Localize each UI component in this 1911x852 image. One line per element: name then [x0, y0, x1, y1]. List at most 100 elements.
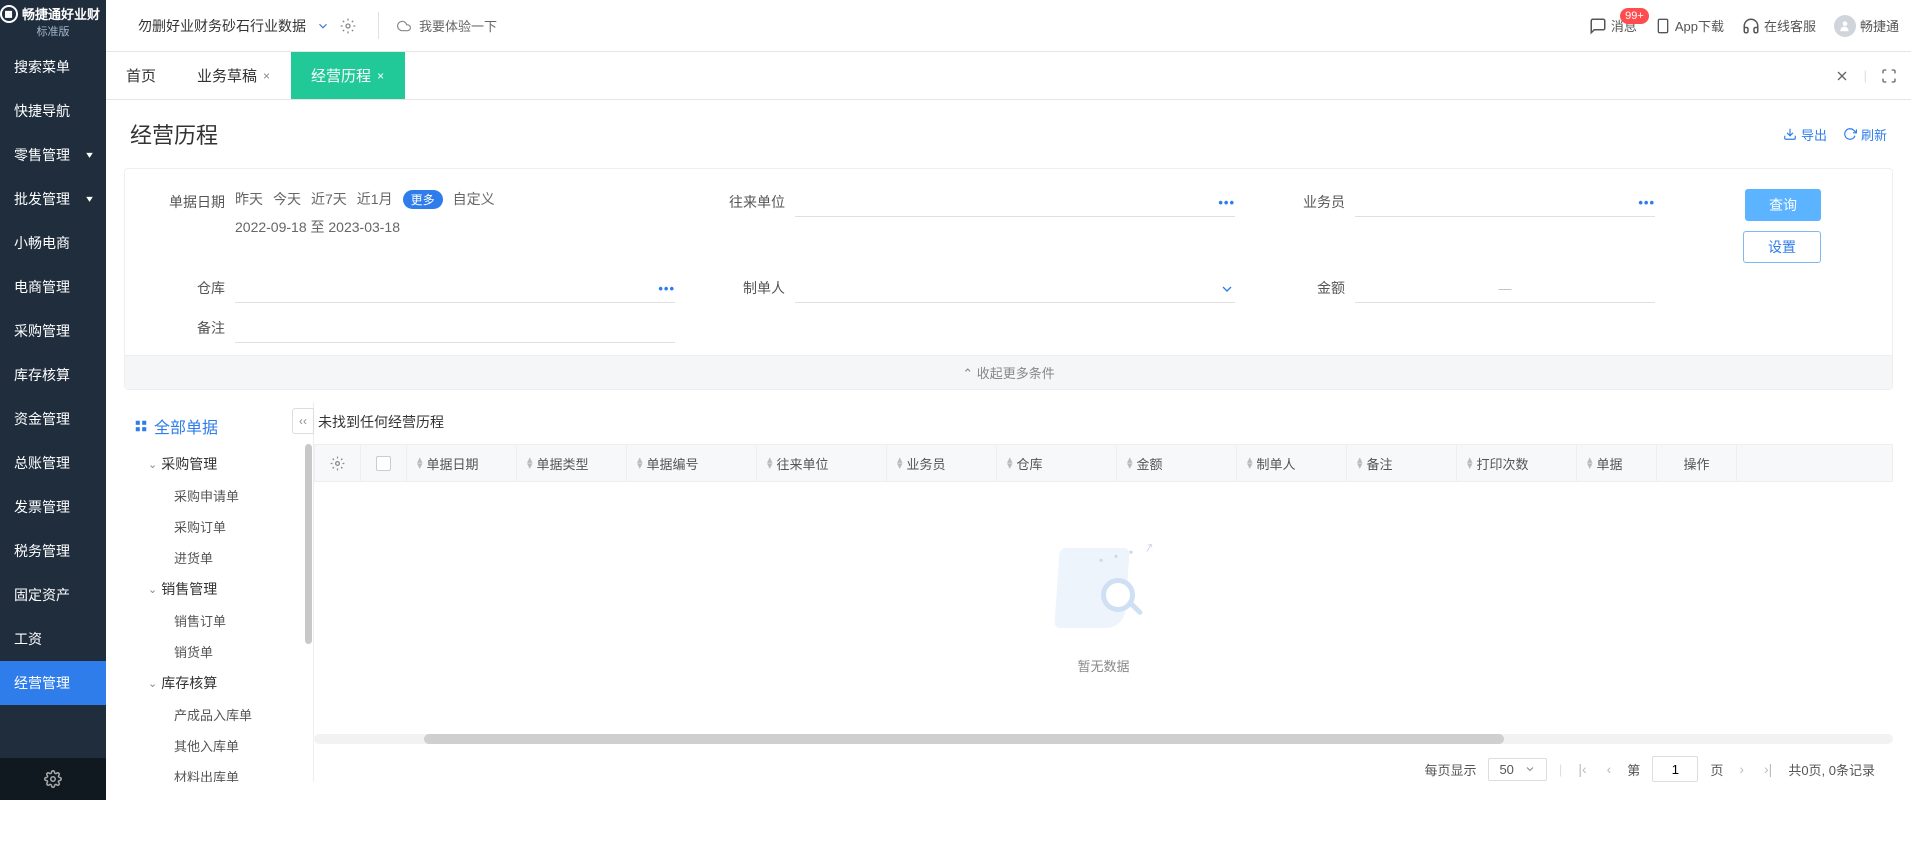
column-单据[interactable]: ▴▾单据: [1577, 445, 1657, 481]
filter-maker-label: 制单人: [715, 275, 785, 298]
sidebar: ◆ 畅捷通好业财 标准版 搜索菜单快捷导航零售管理▾批发管理▾小畅电商电商管理采…: [0, 0, 106, 800]
sidebar-item-小畅电商[interactable]: 小畅电商: [0, 221, 106, 265]
tree-item-采购订单[interactable]: 采购订单: [130, 511, 307, 542]
more-icon[interactable]: •••: [1638, 195, 1655, 210]
refresh-icon: [1843, 127, 1857, 141]
user-name: 畅捷通: [1860, 16, 1899, 35]
filter-remark-input[interactable]: [235, 315, 675, 343]
date-more[interactable]: 更多: [403, 190, 443, 209]
tree-item-采购申请单[interactable]: 采购申请单: [130, 480, 307, 511]
tree-item-销售订单[interactable]: 销售订单: [130, 605, 307, 636]
scrollbar-thumb[interactable]: [305, 444, 312, 644]
sidebar-item-快捷导航[interactable]: 快捷导航: [0, 89, 106, 133]
horizontal-scrollbar[interactable]: [314, 734, 1893, 744]
tree-group-库存核算[interactable]: ⌄库存核算: [130, 667, 307, 699]
tree-item-其他入库单[interactable]: 其他入库单: [130, 730, 307, 761]
tree-item-销货单[interactable]: 销货单: [130, 636, 307, 667]
refresh-button[interactable]: 刷新: [1843, 125, 1887, 144]
date-custom[interactable]: 自定义: [453, 189, 495, 209]
filter-settings-button[interactable]: 设置: [1743, 231, 1821, 263]
more-icon[interactable]: •••: [1218, 195, 1235, 210]
date-1month[interactable]: 近1月: [357, 189, 393, 209]
scrollbar-thumb[interactable]: [424, 734, 1504, 744]
export-button[interactable]: 导出: [1783, 125, 1827, 144]
filter-warehouse-label: 仓库: [155, 275, 225, 298]
sidebar-item-搜索菜单[interactable]: 搜索菜单: [0, 45, 106, 89]
support-button[interactable]: 在线客服: [1742, 16, 1816, 35]
tree-item-进货单[interactable]: 进货单: [130, 542, 307, 573]
next-page-button[interactable]: ›: [1735, 761, 1748, 777]
date-yesterday[interactable]: 昨天: [235, 189, 263, 209]
query-button[interactable]: 查询: [1745, 189, 1821, 221]
company-settings[interactable]: [340, 18, 356, 34]
sidebar-settings-button[interactable]: [0, 758, 106, 800]
tree-item-材料出库单[interactable]: 材料出库单: [130, 761, 307, 782]
sidebar-item-批发管理[interactable]: 批发管理▾: [0, 177, 106, 221]
sidebar-item-税务管理[interactable]: 税务管理: [0, 529, 106, 573]
sidebar-item-总账管理[interactable]: 总账管理: [0, 441, 106, 485]
filter-warehouse-input[interactable]: •••: [235, 275, 675, 303]
column-单据类型[interactable]: ▴▾单据类型: [517, 445, 627, 481]
page-input[interactable]: [1652, 756, 1698, 782]
app-download-button[interactable]: App下载: [1655, 16, 1724, 35]
column-打印次数[interactable]: ▴▾打印次数: [1457, 445, 1577, 481]
sidebar-item-固定资产[interactable]: 固定资产: [0, 573, 106, 617]
date-7days[interactable]: 近7天: [311, 189, 347, 209]
close-all-tabs[interactable]: [1834, 68, 1850, 84]
filter-partner-input[interactable]: •••: [795, 189, 1235, 217]
column-操作[interactable]: 操作: [1657, 445, 1737, 481]
column-往来单位[interactable]: ▴▾往来单位: [757, 445, 887, 481]
select-all-checkbox[interactable]: [361, 445, 407, 481]
column-仓库[interactable]: ▴▾仓库: [997, 445, 1117, 481]
sidebar-item-电商管理[interactable]: 电商管理: [0, 265, 106, 309]
tree-group-采购管理[interactable]: ⌄采购管理: [130, 448, 307, 480]
chevron-down-icon: [316, 19, 330, 33]
empty-text: 暂无数据: [1077, 656, 1129, 675]
fullscreen-button[interactable]: [1881, 68, 1897, 84]
table-settings-button[interactable]: [315, 445, 361, 481]
messages-button[interactable]: 消息 99+: [1589, 16, 1637, 35]
column-备注[interactable]: ▴▾备注: [1347, 445, 1457, 481]
chevron-down-icon: ▾: [86, 150, 93, 161]
tree-group-销售管理[interactable]: ⌄销售管理: [130, 573, 307, 605]
date-today[interactable]: 今天: [273, 189, 301, 209]
sidebar-item-采购管理[interactable]: 采购管理: [0, 309, 106, 353]
prev-page-button[interactable]: ‹: [1603, 761, 1616, 777]
column-单据日期[interactable]: ▴▾单据日期: [407, 445, 517, 481]
sidebar-item-库存核算[interactable]: 库存核算: [0, 353, 106, 397]
brand-name: 畅捷通好业财: [22, 4, 100, 23]
column-业务员[interactable]: ▴▾业务员: [887, 445, 997, 481]
filter-amount-input[interactable]: —: [1355, 275, 1655, 303]
tree-scrollbar[interactable]: [304, 444, 313, 782]
collapse-nav-button[interactable]: ‹‹: [292, 408, 314, 434]
sidebar-item-工资[interactable]: 工资: [0, 617, 106, 661]
close-icon[interactable]: ×: [377, 69, 384, 83]
user-menu[interactable]: 畅捷通: [1834, 15, 1899, 37]
sidebar-item-资金管理[interactable]: 资金管理: [0, 397, 106, 441]
company-dropdown[interactable]: [316, 19, 330, 33]
chevron-down-icon[interactable]: [1219, 281, 1235, 297]
sidebar-item-经营管理[interactable]: 经营管理: [0, 661, 106, 705]
column-制单人[interactable]: ▴▾制单人: [1237, 445, 1347, 481]
last-page-button[interactable]: ›|: [1760, 761, 1776, 777]
sidebar-item-零售管理[interactable]: 零售管理▾: [0, 133, 106, 177]
sidebar-item-发票管理[interactable]: 发票管理: [0, 485, 106, 529]
document-nav-title[interactable]: 全部单据: [154, 414, 218, 438]
tab-业务草稿[interactable]: 业务草稿×: [177, 52, 291, 99]
close-icon[interactable]: ×: [263, 69, 270, 83]
tree-item-产成品入库单[interactable]: 产成品入库单: [130, 699, 307, 730]
tab-首页[interactable]: 首页: [106, 52, 177, 99]
first-page-button[interactable]: |‹: [1574, 761, 1590, 777]
tab-经营历程[interactable]: 经营历程×: [291, 52, 405, 99]
collapse-filters-button[interactable]: ⌃ 收起更多条件: [125, 355, 1892, 389]
column-金额[interactable]: ▴▾金额: [1117, 445, 1237, 481]
empty-icon: • • • ↗: [1049, 538, 1159, 638]
cloud-icon: [395, 19, 413, 33]
column-单据编号[interactable]: ▴▾单据编号: [627, 445, 757, 481]
filter-operator-input[interactable]: •••: [1355, 189, 1655, 217]
person-icon: [1838, 19, 1852, 33]
experience-button[interactable]: 我要体验一下: [378, 12, 507, 39]
filter-maker-input[interactable]: [795, 275, 1235, 303]
page-size-select[interactable]: 50: [1488, 758, 1546, 781]
more-icon[interactable]: •••: [658, 281, 675, 296]
